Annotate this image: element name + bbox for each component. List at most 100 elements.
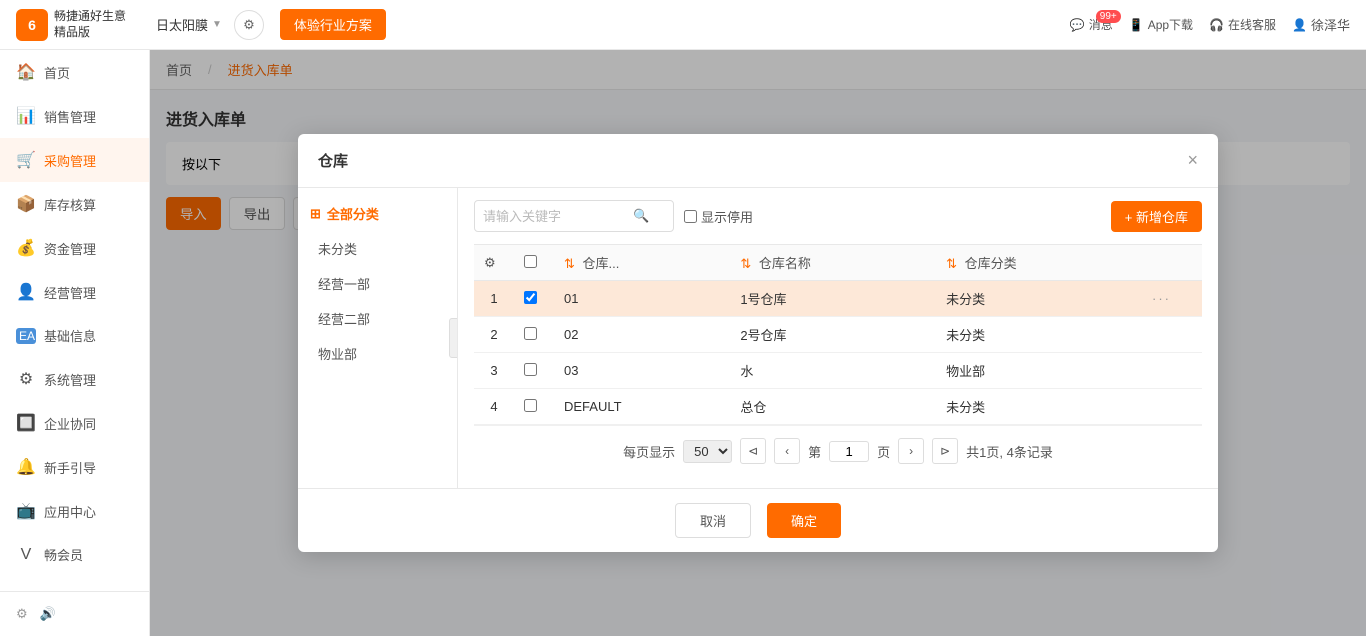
category-all[interactable]: ⊞ 全部分类 xyxy=(298,196,457,231)
brand-text: 畅捷通好生意 精品版 xyxy=(54,9,126,40)
search-input[interactable] xyxy=(483,209,633,224)
search-input-wrap: 🔍 xyxy=(474,200,674,232)
row-checkbox-cell[interactable] xyxy=(514,317,554,353)
search-icon: 🔍 xyxy=(633,208,649,224)
row-num: 3 xyxy=(474,353,514,389)
last-page-button[interactable]: ⊳ xyxy=(932,438,958,464)
table-row[interactable]: 1 01 1号仓库 未分类 ··· xyxy=(474,281,1202,317)
username: 徐泽华 xyxy=(1311,15,1350,34)
volume-icon[interactable]: 🔊 xyxy=(40,606,56,622)
add-warehouse-button[interactable]: + 新增仓库 xyxy=(1111,201,1202,232)
category-item-property[interactable]: 物业部 xyxy=(298,336,457,371)
message-badge: 99+ xyxy=(1096,10,1121,23)
show-disabled-checkbox[interactable] xyxy=(684,210,697,223)
table-row[interactable]: 4 DEFAULT 总仓 未分类 xyxy=(474,389,1202,425)
enterprise-icon: 🔲 xyxy=(16,413,36,433)
warehouse-name: 1号仓库 xyxy=(730,281,936,317)
prev-icon: ‹ xyxy=(785,444,789,458)
next-page-button[interactable]: › xyxy=(898,438,924,464)
col-actions xyxy=(1142,245,1202,281)
row-checkbox-cell[interactable] xyxy=(514,389,554,425)
app-download-button[interactable]: 📱 App下载 xyxy=(1129,16,1193,33)
warehouse-name: 总仓 xyxy=(730,389,936,425)
settings-bottom-icon[interactable]: ⚙ xyxy=(16,606,28,622)
row-more[interactable] xyxy=(1142,317,1202,353)
purchase-icon: 🛒 xyxy=(16,150,36,170)
row-more[interactable] xyxy=(1142,389,1202,425)
store-selector[interactable]: 日太阳膜 ▼ xyxy=(156,15,222,34)
message-button[interactable]: 💬 消息 99+ xyxy=(1070,16,1113,33)
first-page-button[interactable]: ⊲ xyxy=(740,438,766,464)
sales-icon: 📊 xyxy=(16,106,36,126)
warehouse-code: 01 xyxy=(554,281,730,317)
category-item-dept1[interactable]: 经营一部 xyxy=(298,266,457,301)
collapse-panel-button[interactable]: 《 xyxy=(449,318,458,358)
warehouse-name: 水 xyxy=(730,353,936,389)
category-panel: ⊞ 全部分类 未分类 经营一部 经营二部 物业部 xyxy=(298,188,458,488)
category-item-unclassified[interactable]: 未分类 xyxy=(298,231,457,266)
row-checkbox[interactable] xyxy=(524,291,537,304)
sidebar-item-inventory[interactable]: 📦 库存核算 xyxy=(0,182,149,226)
row-checkbox-cell[interactable] xyxy=(514,281,554,317)
confirm-button[interactable]: 确定 xyxy=(767,503,841,538)
sort-icon-name: ⇅ xyxy=(740,256,751,271)
per-page-select[interactable]: 50 xyxy=(683,440,732,463)
col-warehouse-name[interactable]: ⇅ 仓库名称 xyxy=(730,245,936,281)
user-avatar[interactable]: 👤 徐泽华 xyxy=(1292,15,1350,34)
table-row[interactable]: 2 02 2号仓库 未分类 xyxy=(474,317,1202,353)
settings-button[interactable]: ⚙ xyxy=(234,10,264,40)
row-checkbox-cell[interactable] xyxy=(514,353,554,389)
table-row[interactable]: 3 03 水 物业部 xyxy=(474,353,1202,389)
warehouse-category: 未分类 xyxy=(936,317,1142,353)
system-icon: ⚙ xyxy=(16,369,36,389)
pagination: 每页显示 50 ⊲ ‹ 第 页 xyxy=(474,425,1202,476)
select-all-checkbox[interactable] xyxy=(524,255,537,268)
next-icon: › xyxy=(909,444,913,458)
col-warehouse-category[interactable]: ⇅ 仓库分类 xyxy=(936,245,1142,281)
home-icon: 🏠 xyxy=(16,62,36,82)
sidebar-item-guide[interactable]: 🔔 新手引导 xyxy=(0,445,149,489)
row-checkbox[interactable] xyxy=(524,363,537,376)
page-unit: 页 xyxy=(877,442,890,461)
row-checkbox[interactable] xyxy=(524,327,537,340)
sidebar-item-app-center[interactable]: 📺 应用中心 xyxy=(0,489,149,533)
page-label: 第 xyxy=(808,442,821,461)
page-number-input[interactable] xyxy=(829,441,869,462)
sidebar-item-vip[interactable]: V 畅会员 xyxy=(0,533,149,576)
modal-body: ⊞ 全部分类 未分类 经营一部 经营二部 物业部 xyxy=(298,188,1218,488)
content-area: 首页 / 进货入库单 进货入库单 按以下 导入 导出 刷新 查询 设置 仓库 xyxy=(150,50,1366,636)
brand-icon: 6 xyxy=(16,9,48,41)
sidebar-item-home[interactable]: 🏠 首页 xyxy=(0,50,149,94)
sidebar-item-enterprise[interactable]: 🔲 企业协同 xyxy=(0,401,149,445)
main-layout: 🏠 首页 📊 销售管理 🛒 采购管理 📦 库存核算 💰 资金管理 👤 经营管理 … xyxy=(0,50,1366,636)
show-disabled-label[interactable]: 显示停用 xyxy=(684,207,753,226)
col-warehouse-code[interactable]: ⇅ 仓库... xyxy=(554,245,730,281)
row-more[interactable] xyxy=(1142,353,1202,389)
row-checkbox[interactable] xyxy=(524,399,537,412)
phone-icon: 📱 xyxy=(1129,18,1144,32)
modal-title: 仓库 xyxy=(318,150,348,171)
warehouse-code: 02 xyxy=(554,317,730,353)
online-service-button[interactable]: 🎧 在线客服 xyxy=(1209,16,1276,33)
category-item-dept2[interactable]: 经营二部 xyxy=(298,301,457,336)
sort-icon: ⇅ xyxy=(564,256,575,271)
prev-page-button[interactable]: ‹ xyxy=(774,438,800,464)
sidebar-item-basic-info[interactable]: EA 基础信息 xyxy=(0,314,149,357)
row-more[interactable]: ··· xyxy=(1142,281,1202,317)
sidebar-item-purchase[interactable]: 🛒 采购管理 xyxy=(0,138,149,182)
col-checkbox[interactable] xyxy=(514,245,554,281)
sidebar-item-system[interactable]: ⚙ 系统管理 xyxy=(0,357,149,401)
modal-close-button[interactable]: × xyxy=(1187,150,1198,171)
sidebar-item-sales[interactable]: 📊 销售管理 xyxy=(0,94,149,138)
sidebar-item-operations[interactable]: 👤 经营管理 xyxy=(0,270,149,314)
warehouse-content-panel: 🔍 显示停用 + 新增仓库 xyxy=(458,188,1218,488)
cancel-button[interactable]: 取消 xyxy=(675,503,751,538)
per-page-label: 每页显示 xyxy=(623,442,675,461)
col-settings[interactable]: ⚙ xyxy=(474,245,514,281)
warehouse-code: 03 xyxy=(554,353,730,389)
sidebar-item-finance[interactable]: 💰 资金管理 xyxy=(0,226,149,270)
vip-icon: V xyxy=(16,546,36,564)
try-industry-button[interactable]: 体验行业方案 xyxy=(280,9,386,40)
more-dots-icon[interactable]: ··· xyxy=(1152,291,1171,306)
warehouse-name: 2号仓库 xyxy=(730,317,936,353)
